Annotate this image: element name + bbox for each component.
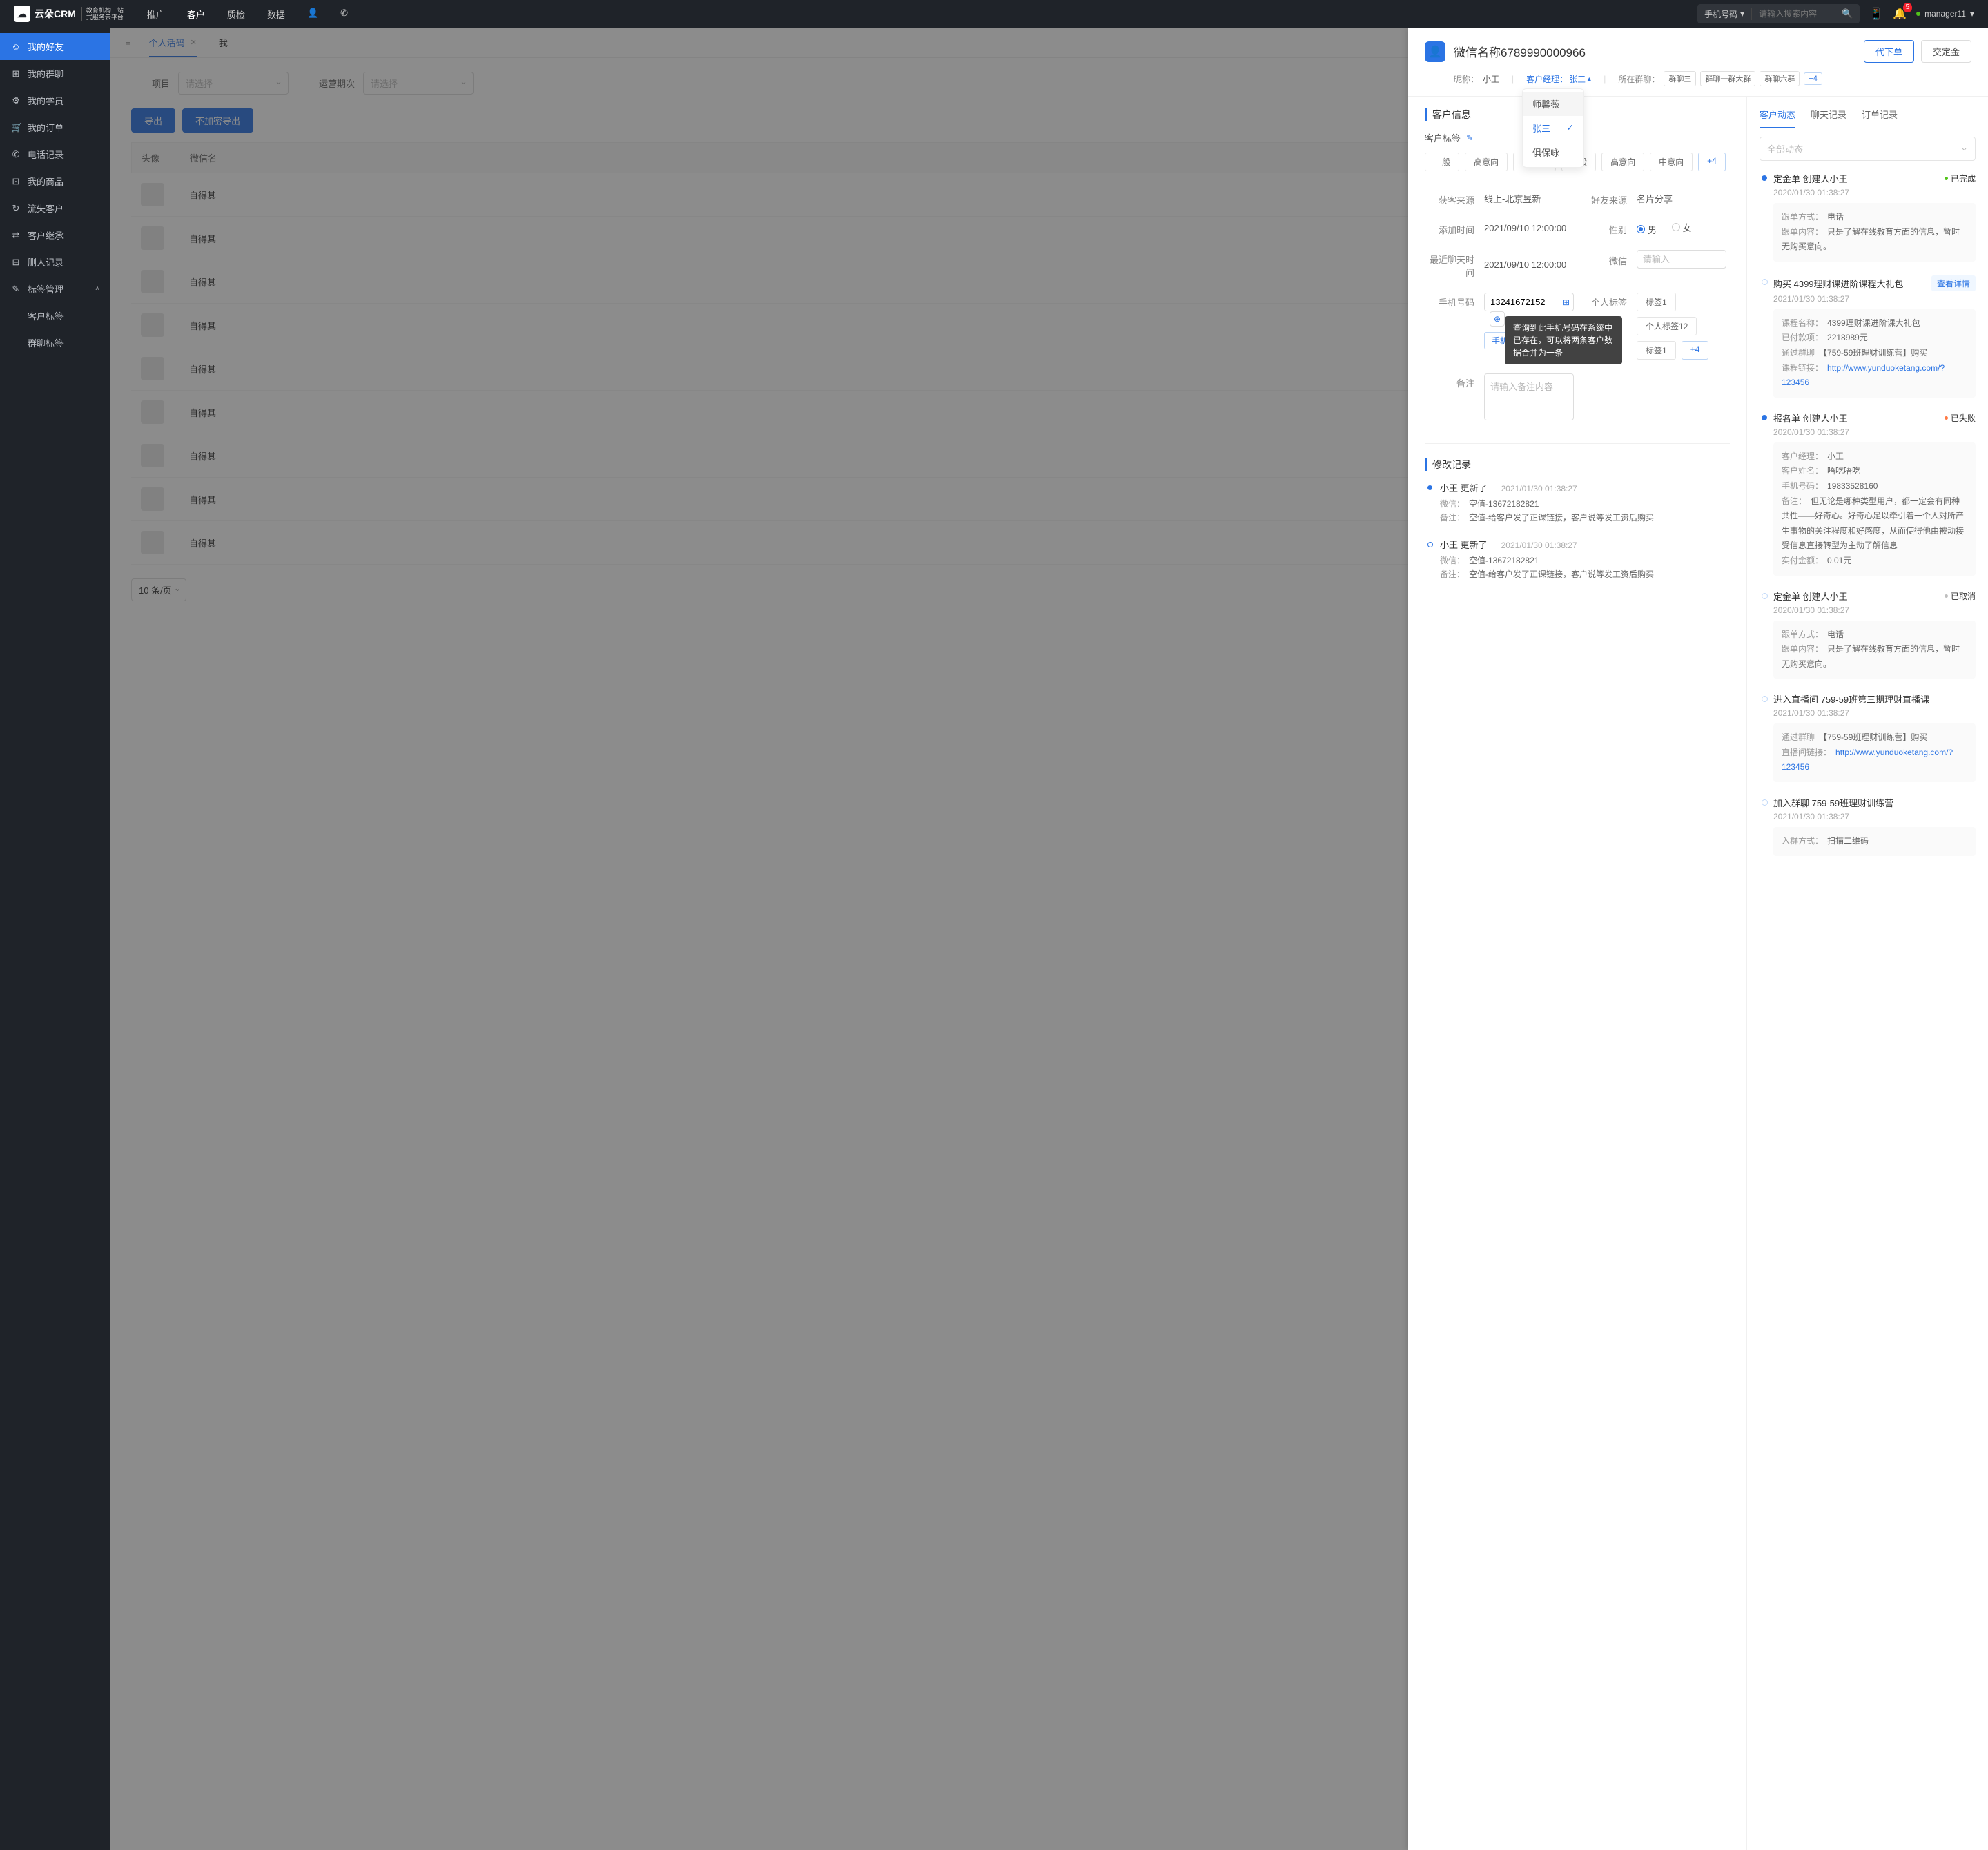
main-content: ≡ 个人活码✕ 我 项目请选择 运营期次请选择 导出 不加密导出 头像 微信名 …: [110, 28, 1988, 1850]
notification-icon[interactable]: 🔔5: [1893, 7, 1907, 21]
customer-icon: 👤: [1425, 41, 1445, 62]
search-input[interactable]: [1752, 9, 1835, 19]
dropdown-item[interactable]: 张三✓: [1523, 116, 1583, 140]
deposit-button[interactable]: 交定金: [1921, 40, 1971, 63]
sidebar-item[interactable]: ✆电话记录: [0, 141, 110, 168]
sidebar-sub-item[interactable]: 群聊标签: [0, 329, 110, 356]
activity-item: 报名单 创建人小王已失败2020/01/30 01:38:27客户经理：小王客户…: [1760, 411, 1976, 590]
drawer-title: 微信名称6789990000966: [1454, 43, 1586, 60]
activity-item: 加入群聊 759-59班理财训练营2021/01/30 01:38:27入群方式…: [1760, 796, 1976, 870]
order-button[interactable]: 代下单: [1864, 40, 1914, 63]
manager-dropdown-menu: 师馨薇 张三✓ 俱保咏: [1522, 88, 1584, 168]
tag[interactable]: 标签1: [1637, 341, 1676, 360]
nav-tab[interactable]: 客户: [184, 8, 208, 21]
wechat-input[interactable]: [1637, 250, 1726, 269]
tag[interactable]: 高意向: [1465, 153, 1508, 171]
sidebar-item[interactable]: ⊡我的商品: [0, 168, 110, 195]
check-icon: ✓: [1566, 122, 1574, 133]
radio-female[interactable]: 女: [1672, 221, 1692, 234]
dropdown-item[interactable]: 俱保咏: [1523, 140, 1583, 164]
phone-icon[interactable]: ✆: [338, 8, 351, 21]
right-tab[interactable]: 聊天记录: [1811, 108, 1846, 128]
nav-tabs: 推广 客户 质检 数据 👤 ✆: [144, 8, 351, 21]
top-header: ☁ 云朵CRM 教育机构一站式服务云平台 推广 客户 质检 数据 👤 ✆ 手机号…: [0, 0, 1988, 28]
sidebar-item[interactable]: ⊟删人记录: [0, 249, 110, 275]
view-link[interactable]: 查看详情: [1931, 275, 1976, 291]
logo-subtitle: 教育机构一站式服务云平台: [81, 7, 124, 21]
tag[interactable]: 标签1: [1637, 293, 1676, 311]
tag-more[interactable]: +4: [1682, 341, 1709, 360]
user-menu[interactable]: manager11▾: [1916, 9, 1974, 19]
activity-item: 进入直播间 759-59班第三期理财直播课2021/01/30 01:38:27…: [1760, 692, 1976, 796]
sidebar-item[interactable]: ⇄客户继承: [0, 222, 110, 249]
nav-tab[interactable]: 质检: [224, 8, 248, 21]
header-right: 手机号码▾ 🔍 📱 🔔5 manager11▾: [1697, 4, 1974, 23]
activity-item: 定金单 创建人小王已取消2020/01/30 01:38:27跟单方式：电话跟单…: [1760, 590, 1976, 693]
right-tab[interactable]: 客户动态: [1760, 108, 1795, 128]
customer-drawer: 👤 微信名称6789990000966 代下单 交定金 昵称：小王 | 客户经理…: [1408, 28, 1988, 1850]
tag[interactable]: 高意向: [1601, 153, 1644, 171]
nav-tab[interactable]: 数据: [264, 8, 288, 21]
remark-textarea[interactable]: [1484, 373, 1574, 420]
logo-icon: ☁: [14, 6, 30, 22]
logo: ☁ 云朵CRM 教育机构一站式服务云平台: [14, 6, 124, 22]
device-icon[interactable]: 📱: [1869, 7, 1883, 21]
nav-tab[interactable]: 推广: [144, 8, 168, 21]
section-title: 修改记录: [1425, 458, 1730, 471]
history-item: 小王 更新了2021/01/30 01:38:27微信：空值-136721828…: [1425, 481, 1730, 538]
lookup-icon[interactable]: ⊞: [1563, 298, 1570, 307]
radio-male[interactable]: 男: [1637, 223, 1657, 236]
sidebar-item[interactable]: 🛒我的订单: [0, 114, 110, 141]
activity-filter-select[interactable]: 全部动态: [1760, 137, 1976, 161]
sidebar: ☺我的好友⊞我的群聊⚙我的学员🛒我的订单✆电话记录⊡我的商品↻流失客户⇄客户继承…: [0, 28, 110, 1850]
tag[interactable]: 中意向: [1650, 153, 1693, 171]
activity-item: 定金单 创建人小王已完成2020/01/30 01:38:27跟单方式：电话跟单…: [1760, 172, 1976, 275]
sidebar-sub-item[interactable]: 客户标签: [0, 302, 110, 329]
phone-tooltip: 查询到此手机号码在系统中已存在，可以将两条客户数据合并为一条: [1505, 316, 1622, 364]
phone-input[interactable]: [1484, 293, 1574, 311]
sidebar-item[interactable]: ☺我的好友: [0, 33, 110, 60]
user-icon[interactable]: 👤: [304, 8, 321, 21]
search-type-select[interactable]: 手机号码▾: [1697, 8, 1752, 20]
add-phone-icon[interactable]: ⊕: [1490, 311, 1505, 327]
sidebar-item[interactable]: ↻流失客户: [0, 195, 110, 222]
manager-dropdown[interactable]: 客户经理：张三▴ 师馨薇 张三✓ 俱保咏: [1526, 73, 1591, 85]
activity-item: 购买 4399理财课进阶课程大礼包查看详情2021/01/30 01:38:27…: [1760, 275, 1976, 411]
search-icon[interactable]: 🔍: [1835, 8, 1860, 19]
history-item: 小王 更新了2021/01/30 01:38:27微信：空值-136721828…: [1425, 538, 1730, 594]
search-group: 手机号码▾ 🔍: [1697, 4, 1860, 23]
dropdown-item[interactable]: 师馨薇: [1523, 92, 1583, 116]
edit-icon[interactable]: ✎: [1466, 133, 1473, 143]
tag[interactable]: 个人标签12: [1637, 317, 1697, 335]
logo-text: 云朵CRM: [35, 7, 76, 21]
sidebar-item[interactable]: ⚙我的学员: [0, 87, 110, 114]
tag[interactable]: 一般: [1425, 153, 1459, 171]
tag-more[interactable]: +4: [1698, 153, 1726, 171]
right-tab[interactable]: 订单记录: [1862, 108, 1898, 128]
sidebar-item[interactable]: ⊞我的群聊: [0, 60, 110, 87]
sidebar-item[interactable]: ✎标签管理˄: [0, 275, 110, 302]
